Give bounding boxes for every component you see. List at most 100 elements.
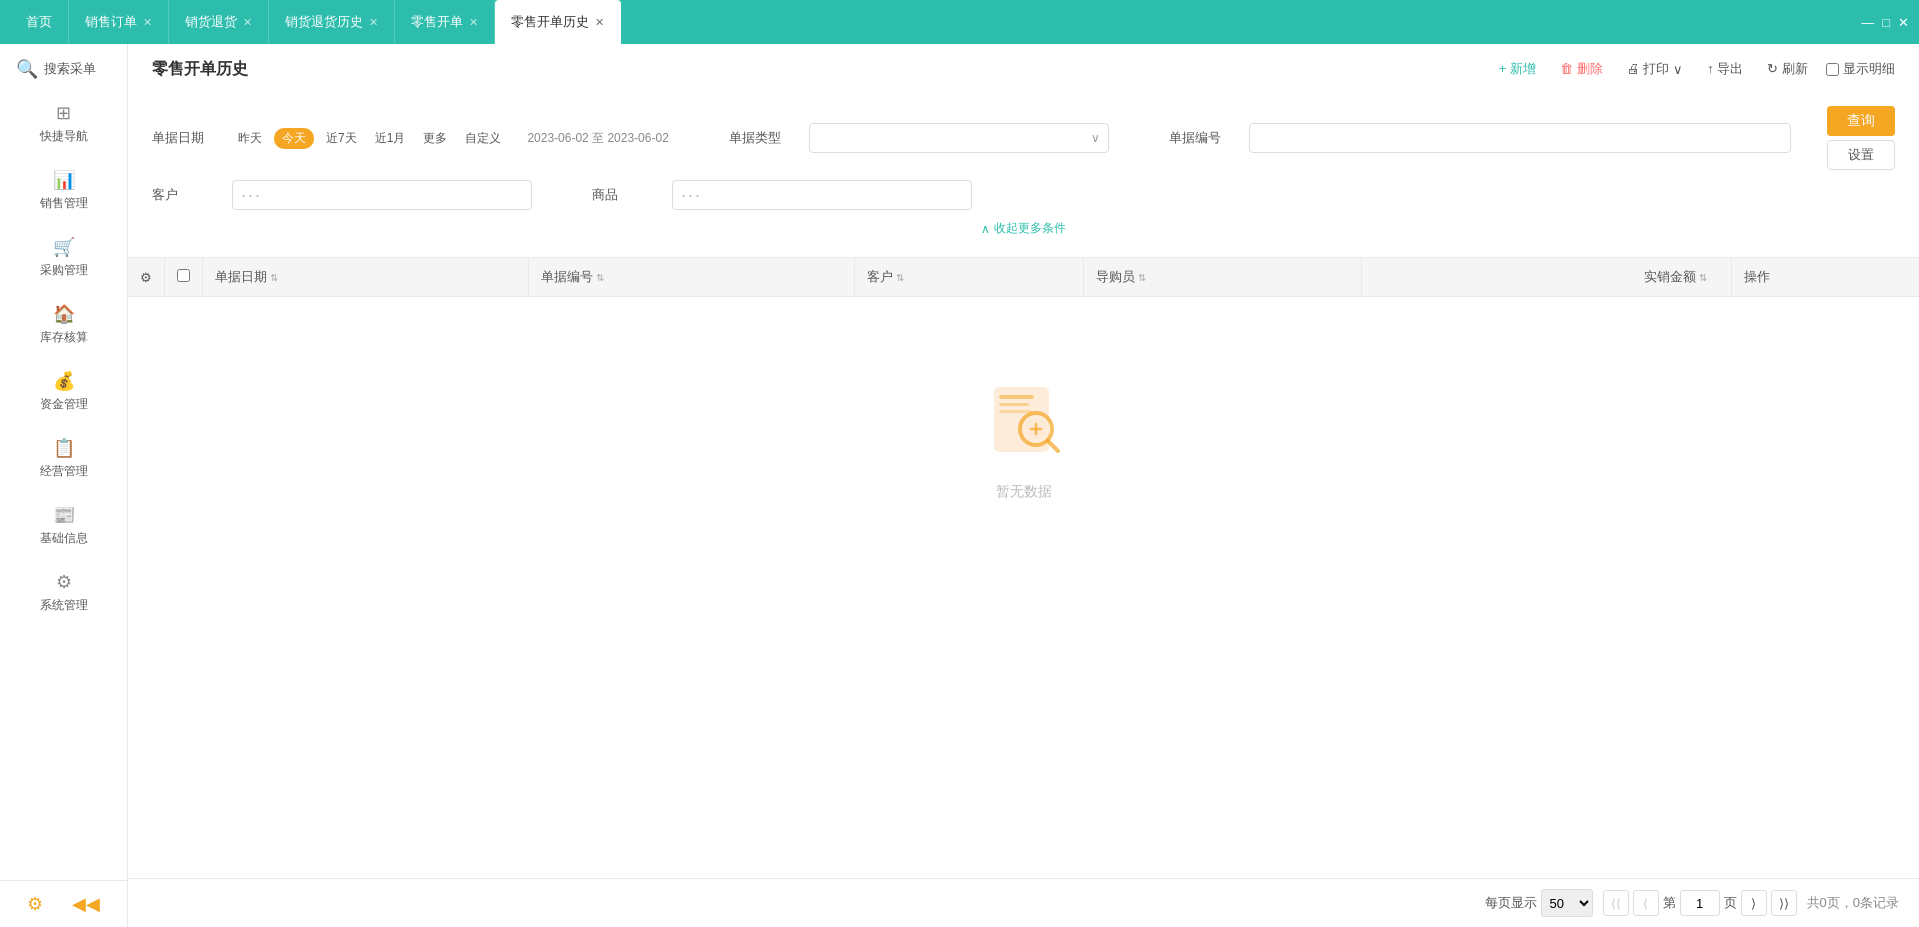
tab-label-sales-return: 销货退货 xyxy=(185,13,237,31)
page-prefix: 第 xyxy=(1663,894,1676,912)
total-info: 共0页，0条记录 xyxy=(1807,894,1899,912)
tab-close-sales-return-history[interactable]: ✕ xyxy=(369,16,378,29)
first-page-btn[interactable]: ⟨⟨ xyxy=(1603,890,1629,916)
sidebar-item-sys-mgmt[interactable]: ⚙系统管理 xyxy=(0,559,127,626)
filter-row-1: 单据日期 昨天 今天 近7天 近1月 更多 自定义 2023-06-02 至 2… xyxy=(152,106,1895,170)
tab-retail-open-history[interactable]: 零售开单历史 ✕ xyxy=(495,0,621,44)
sidebar-item-quick-nav[interactable]: ⊞快捷导航 xyxy=(0,90,127,157)
date-opt-last7[interactable]: 近7天 xyxy=(320,128,363,149)
tab-label-retail-open-history: 零售开单历史 xyxy=(511,13,589,31)
filter-area: 单据日期 昨天 今天 近7天 近1月 更多 自定义 2023-06-02 至 2… xyxy=(152,94,1895,257)
empty-illustration xyxy=(974,377,1074,467)
page-input[interactable] xyxy=(1680,890,1720,916)
sidebar-label-inventory: 库存核算 xyxy=(40,329,88,346)
sidebar-search-label: 搜索采单 xyxy=(44,60,96,78)
sidebar-item-basic-info[interactable]: 📰基础信息 xyxy=(0,492,127,559)
window-close-btn[interactable]: ✕ xyxy=(1898,15,1909,30)
th-no: 单据编号 ⇅ xyxy=(528,258,854,297)
sidebar-item-inventory[interactable]: 🏠库存核算 xyxy=(0,291,127,358)
last-page-btn[interactable]: ⟩⟩ xyxy=(1771,890,1797,916)
th-date: 单据日期 ⇅ xyxy=(203,258,529,297)
setting-button[interactable]: 设置 xyxy=(1827,140,1895,170)
th-amount-label: 实销金额 xyxy=(1644,268,1696,286)
data-table: ⚙ 单据日期 ⇅ 单据编号 ⇅ xyxy=(128,258,1919,297)
collapse-button[interactable]: ∧ 收起更多条件 xyxy=(981,220,1066,237)
th-date-sort[interactable]: 单据日期 ⇅ xyxy=(215,268,516,286)
content-area: 零售开单历史 + 新增 🗑 删除 🖨 打印 ∨ ↑ 导出 ↻ 刷新 显示明细 xyxy=(128,44,1919,927)
th-no-sort[interactable]: 单据编号 ⇅ xyxy=(541,268,842,286)
date-opt-more[interactable]: 更多 xyxy=(417,128,453,149)
empty-state: 暂无数据 xyxy=(128,297,1919,581)
th-customer-sort-icon: ⇅ xyxy=(896,272,904,283)
page-suffix: 页 xyxy=(1724,894,1737,912)
maximize-btn[interactable]: □ xyxy=(1882,15,1890,30)
sidebar-collapse-icon[interactable]: ◀◀ xyxy=(72,893,100,915)
quick-nav-icon: ⊞ xyxy=(56,102,71,124)
th-amount-sort[interactable]: 实销金额 ⇅ xyxy=(1374,268,1707,286)
per-page-dropdown[interactable]: 20 50 100 xyxy=(1541,889,1593,917)
goods-input[interactable]: ··· xyxy=(672,180,972,210)
doc-no-input[interactable] xyxy=(1249,123,1791,153)
tab-close-sales-return[interactable]: ✕ xyxy=(243,16,252,29)
th-customer-sort[interactable]: 客户 ⇅ xyxy=(867,268,1072,286)
filter-row-2: 客户 ··· 商品 ··· xyxy=(152,180,1895,210)
tab-home[interactable]: 首页 xyxy=(10,0,69,44)
svg-rect-1 xyxy=(999,395,1034,399)
th-customer: 客户 ⇅ xyxy=(854,258,1084,297)
print-button[interactable]: 🖨 打印 ∨ xyxy=(1621,56,1690,82)
th-date-label: 单据日期 xyxy=(215,268,267,286)
sidebar: 🔍 搜索采单 ⊞快捷导航📊销售管理🛒采购管理🏠库存核算💰资金管理📋经营管理📰基础… xyxy=(0,44,128,927)
date-opt-today[interactable]: 今天 xyxy=(274,128,314,149)
doc-type-dropdown[interactable]: ∨ xyxy=(809,123,1109,153)
th-gear[interactable]: ⚙ xyxy=(128,258,165,297)
sidebar-item-purchase-mgmt[interactable]: 🛒采购管理 xyxy=(0,224,127,291)
sidebar-label-basic-info: 基础信息 xyxy=(40,530,88,547)
sidebar-item-finance[interactable]: 💰资金管理 xyxy=(0,358,127,425)
query-button[interactable]: 查询 xyxy=(1827,106,1895,136)
th-guide: 导购员 ⇅ xyxy=(1084,258,1362,297)
select-all-checkbox[interactable] xyxy=(177,269,190,282)
sidebar-label-purchase-mgmt: 采购管理 xyxy=(40,262,88,279)
display-detail-label: 显示明细 xyxy=(1843,60,1895,78)
svg-rect-3 xyxy=(999,410,1032,413)
customer-input[interactable]: ··· xyxy=(232,180,532,210)
tab-close-retail-open[interactable]: ✕ xyxy=(469,16,478,29)
sidebar-item-sales-mgmt[interactable]: 📊销售管理 xyxy=(0,157,127,224)
tab-sales-order[interactable]: 销售订单✕ xyxy=(69,0,169,44)
tab-sales-return-history[interactable]: 销货退货历史✕ xyxy=(269,0,395,44)
th-check[interactable] xyxy=(165,258,203,297)
print-arrow-icon: ∨ xyxy=(1673,62,1683,77)
sidebar-label-sales-mgmt: 销售管理 xyxy=(40,195,88,212)
page-header: 零售开单历史 + 新增 🗑 删除 🖨 打印 ∨ ↑ 导出 ↻ 刷新 显示明细 xyxy=(128,44,1919,258)
sidebar-settings-icon[interactable]: ⚙ xyxy=(27,893,43,915)
tab-sales-return[interactable]: 销货退货 ✕ xyxy=(169,0,269,44)
doc-type-label: 单据类型 xyxy=(729,129,789,147)
th-guide-sort[interactable]: 导购员 ⇅ xyxy=(1096,268,1349,286)
export-button[interactable]: ↑ 导出 xyxy=(1701,56,1749,82)
display-detail-checkbox[interactable]: 显示明细 xyxy=(1826,60,1895,78)
per-page-select: 每页显示 20 50 100 xyxy=(1485,889,1593,917)
collapse-icon: ∧ xyxy=(981,222,990,236)
tab-close-retail-open-history[interactable]: ✕ xyxy=(595,16,604,29)
sidebar-search[interactable]: 🔍 搜索采单 xyxy=(0,48,127,90)
date-opt-last1m[interactable]: 近1月 xyxy=(369,128,412,149)
add-button[interactable]: + 新增 xyxy=(1493,56,1542,82)
th-customer-label: 客户 xyxy=(867,268,893,286)
prev-page-btn[interactable]: ⟨ xyxy=(1633,890,1659,916)
next-page-btn[interactable]: ⟩ xyxy=(1741,890,1767,916)
minimize-btn[interactable]: — xyxy=(1861,15,1874,30)
sidebar-item-ops-mgmt[interactable]: 📋经营管理 xyxy=(0,425,127,492)
date-opt-yesterday[interactable]: 昨天 xyxy=(232,128,268,149)
th-guide-sort-icon: ⇅ xyxy=(1138,272,1146,283)
date-label: 单据日期 xyxy=(152,129,212,147)
refresh-button[interactable]: ↻ 刷新 xyxy=(1761,56,1814,82)
th-no-sort-icon: ⇅ xyxy=(596,272,604,283)
pagination: ⟨⟨ ⟨ 第 页 ⟩ ⟩⟩ xyxy=(1603,890,1797,916)
tab-close-sales-order[interactable]: ✕ xyxy=(143,16,152,29)
tab-retail-open[interactable]: 零售开单✕ xyxy=(395,0,495,44)
table-footer: 每页显示 20 50 100 ⟨⟨ ⟨ 第 页 ⟩ ⟩⟩ 共0页，0条记录 xyxy=(128,878,1919,927)
delete-button[interactable]: 🗑 删除 xyxy=(1554,56,1609,82)
main-layout: 🔍 搜索采单 ⊞快捷导航📊销售管理🛒采购管理🏠库存核算💰资金管理📋经营管理📰基础… xyxy=(0,44,1919,927)
date-opt-custom[interactable]: 自定义 xyxy=(459,128,507,149)
display-detail-input[interactable] xyxy=(1826,63,1839,76)
